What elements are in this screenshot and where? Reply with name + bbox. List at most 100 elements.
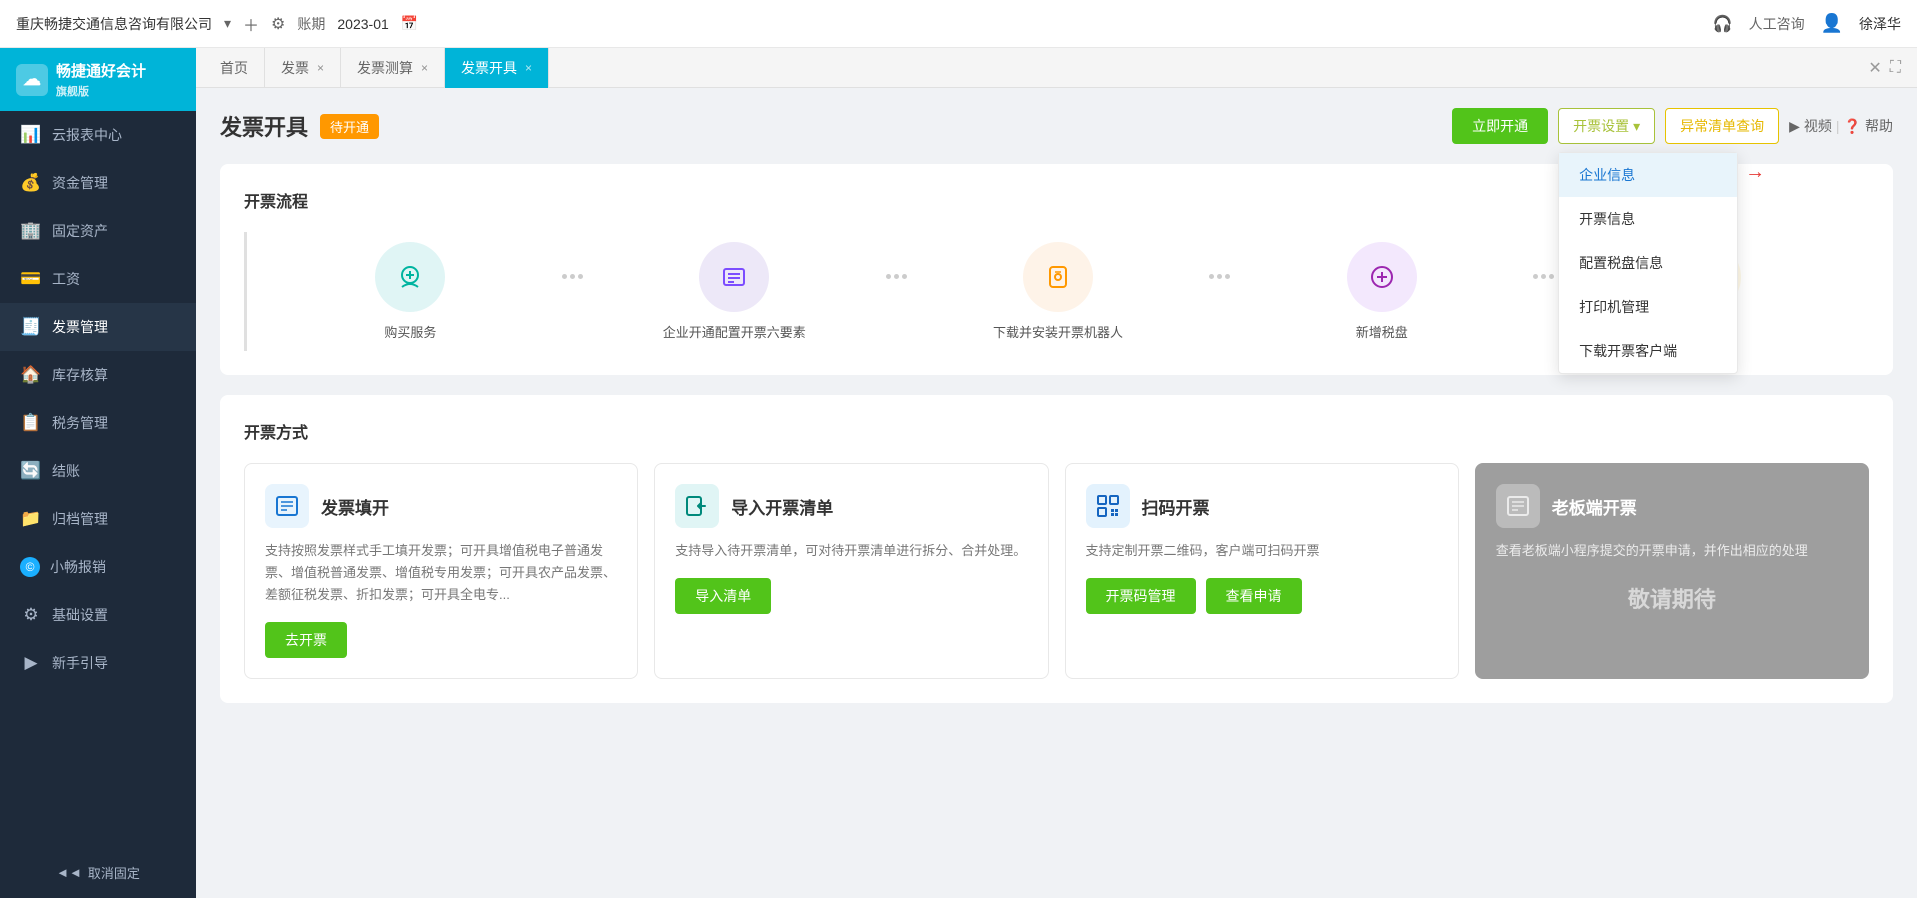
page-header: 发票开具 待开通 立即开通 开票设置 ▾ 企业信息 (220, 108, 1893, 144)
human-consult[interactable]: 人工咨询 (1749, 14, 1805, 34)
sidebar-unpin-btn[interactable]: ◄◄ 取消固定 (0, 855, 196, 890)
cloud-report-icon: 📊 (20, 125, 42, 145)
page-title: 发票开具 (220, 110, 308, 142)
dropdown-item-company-info[interactable]: 企业信息 → (1559, 153, 1737, 197)
method-card-desc-2: 支持导入待开票清单，可对待开票清单进行拆分、合并处理。 (675, 540, 1027, 562)
invoice-mgmt-icon: 🧾 (20, 317, 42, 337)
archive-icon: 📁 (20, 509, 42, 529)
dropdown-item-download-client[interactable]: 下载开票客户端 (1559, 329, 1737, 373)
user-avatar-icon: 👤 (1821, 13, 1843, 34)
dropdown-invoice-info-label: 开票信息 (1579, 211, 1635, 227)
process-icon-1 (375, 242, 445, 312)
settings-button[interactable]: 开票设置 ▾ (1558, 108, 1655, 144)
tab-invoice[interactable]: 发票 × (265, 48, 341, 88)
process-icon-2 (699, 242, 769, 312)
method-card-icon-2 (675, 484, 719, 528)
dropdown-printer-label: 打印机管理 (1579, 299, 1649, 315)
calendar-icon[interactable]: 📅 (401, 15, 418, 32)
settings-btn-label: 开票设置 (1573, 116, 1629, 136)
view-apply-button[interactable]: 查看申请 (1206, 578, 1302, 614)
import-list-button[interactable]: 导入清单 (675, 578, 771, 614)
video-label: 视频 (1804, 116, 1832, 136)
sidebar-bottom: ◄◄ 取消固定 (0, 847, 196, 898)
tab-invoice-issue[interactable]: 发票开具 × (445, 48, 549, 88)
dropdown-item-invoice-info[interactable]: 开票信息 (1559, 197, 1737, 241)
process-icon-3 (1023, 242, 1093, 312)
method-card-desc-4: 查看老板端小程序提交的开票申请，并作出相应的处理 (1496, 540, 1848, 562)
dropdown-item-tax-disk[interactable]: 配置税盘信息 (1559, 241, 1737, 285)
tab-bar-right: ✕ ⛶ (1868, 58, 1909, 78)
sidebar-item-fixed-assets[interactable]: 🏢 固定资产 (0, 207, 196, 255)
dropdown-item-printer[interactable]: 打印机管理 (1559, 285, 1737, 329)
sidebar-label-archive: 归档管理 (52, 509, 108, 529)
process-dots-2 (886, 274, 907, 279)
help-label: 帮助 (1865, 116, 1893, 136)
anomaly-button[interactable]: 异常清单查询 (1665, 108, 1779, 144)
add-icon[interactable]: ＋ (243, 12, 259, 36)
user-name: 徐泽华 (1859, 14, 1901, 34)
sidebar-item-salary[interactable]: 💳 工资 (0, 255, 196, 303)
sidebar-label-finance: 资金管理 (52, 173, 108, 193)
logo-icon: ☁ (16, 64, 48, 96)
fixed-assets-icon: 🏢 (20, 221, 42, 241)
tab-invoice-calc[interactable]: 发票测算 × (341, 48, 445, 88)
process-label-2: 企业开通配置开票六要素 (663, 322, 806, 341)
process-step-3: 下载并安装开票机器人 (915, 242, 1202, 341)
sidebar-item-archive[interactable]: 📁 归档管理 (0, 495, 196, 543)
process-dots-1 (562, 274, 583, 279)
tab-invoice-issue-close[interactable]: × (525, 61, 532, 75)
headset-icon: 🎧 (1713, 14, 1733, 34)
dropdown-download-client-label: 下载开票客户端 (1579, 343, 1677, 359)
process-dots-3 (1209, 274, 1230, 279)
sidebar-item-finance[interactable]: 💰 资金管理 (0, 159, 196, 207)
sidebar-item-tax[interactable]: 📋 税务管理 (0, 399, 196, 447)
method-card-header-1: 发票填开 (265, 484, 617, 528)
dropdown-tax-disk-label: 配置税盘信息 (1579, 255, 1663, 271)
finance-icon: 💰 (20, 173, 42, 193)
tab-expand-icon[interactable]: ⛶ (1890, 59, 1901, 77)
tab-home[interactable]: 首页 (204, 48, 265, 88)
sidebar-label-cloud-report: 云报表中心 (52, 125, 122, 145)
settings-btn-container: 开票设置 ▾ 企业信息 → 开票信息 (1558, 108, 1655, 144)
method-card-desc-1: 支持按照发票样式手工填开发票；可开具增值税电子普通发票、增值税普通发票、增值税专… (265, 540, 617, 606)
guide-icon: ▶ (20, 653, 42, 673)
sidebar-item-settings[interactable]: ⚙ 基础设置 (0, 591, 196, 639)
tax-icon: 📋 (20, 413, 42, 433)
sidebar-item-guide[interactable]: ▶ 新手引导 (0, 639, 196, 687)
company-name: 重庆畅捷交通信息咨询有限公司 (16, 14, 212, 34)
go-invoice-button[interactable]: 去开票 (265, 622, 347, 658)
sidebar-item-invoice-mgmt[interactable]: 🧾 发票管理 (0, 303, 196, 351)
sidebar-item-cloud-report[interactable]: 📊 云报表中心 (0, 111, 196, 159)
sidebar-item-inventory[interactable]: 🏠 库存核算 (0, 351, 196, 399)
tab-invoice-close[interactable]: × (317, 61, 324, 75)
video-button[interactable]: ▶ 视频 | ❓ 帮助 (1789, 116, 1893, 136)
method-card-title-1: 发票填开 (321, 494, 389, 519)
company-dropdown-icon[interactable]: ▾ (224, 15, 231, 32)
method-card-header-2: 导入开票清单 (675, 484, 1027, 528)
settings-icon[interactable]: ⚙ (271, 14, 285, 34)
sidebar-item-settle[interactable]: 🔄 结账 (0, 447, 196, 495)
period-value: 2023-01 (337, 16, 388, 32)
method-card-icon-4 (1496, 484, 1540, 528)
process-step-2: 企业开通配置开票六要素 (591, 242, 878, 341)
content-area: 首页 发票 × 发票测算 × 发票开具 × ✕ ⛶ 发票开具 (196, 48, 1917, 898)
sidebar: ☁ 畅捷通好会计 旗舰版 📊 云报表中心 💰 资金管理 🏢 固定资产 💳 工资 … (0, 48, 196, 898)
play-circle-icon: ▶ (1789, 118, 1800, 135)
tab-invoice-calc-close[interactable]: × (421, 61, 428, 75)
process-label-4: 新增税盘 (1356, 322, 1408, 341)
qr-manage-button[interactable]: 开票码管理 (1086, 578, 1196, 614)
activate-button[interactable]: 立即开通 (1452, 108, 1548, 144)
tab-close-all-icon[interactable]: ✕ (1868, 58, 1881, 78)
sidebar-logo: ☁ 畅捷通好会计 旗舰版 (0, 48, 196, 111)
process-icon-4 (1347, 242, 1417, 312)
method-card-icon-1 (265, 484, 309, 528)
logo-sub: 旗舰版 (56, 83, 146, 99)
settle-icon: 🔄 (20, 461, 42, 481)
tab-invoice-label: 发票 (281, 58, 309, 78)
dropdown-company-info-label: 企业信息 (1579, 167, 1635, 183)
sidebar-label-guide: 新手引导 (52, 653, 108, 673)
process-dots-4 (1533, 274, 1554, 279)
sidebar-item-report-sales[interactable]: © 小畅报销 (0, 543, 196, 591)
method-card-header-3: 扫码开票 (1086, 484, 1438, 528)
sidebar-label-tax: 税务管理 (52, 413, 108, 433)
